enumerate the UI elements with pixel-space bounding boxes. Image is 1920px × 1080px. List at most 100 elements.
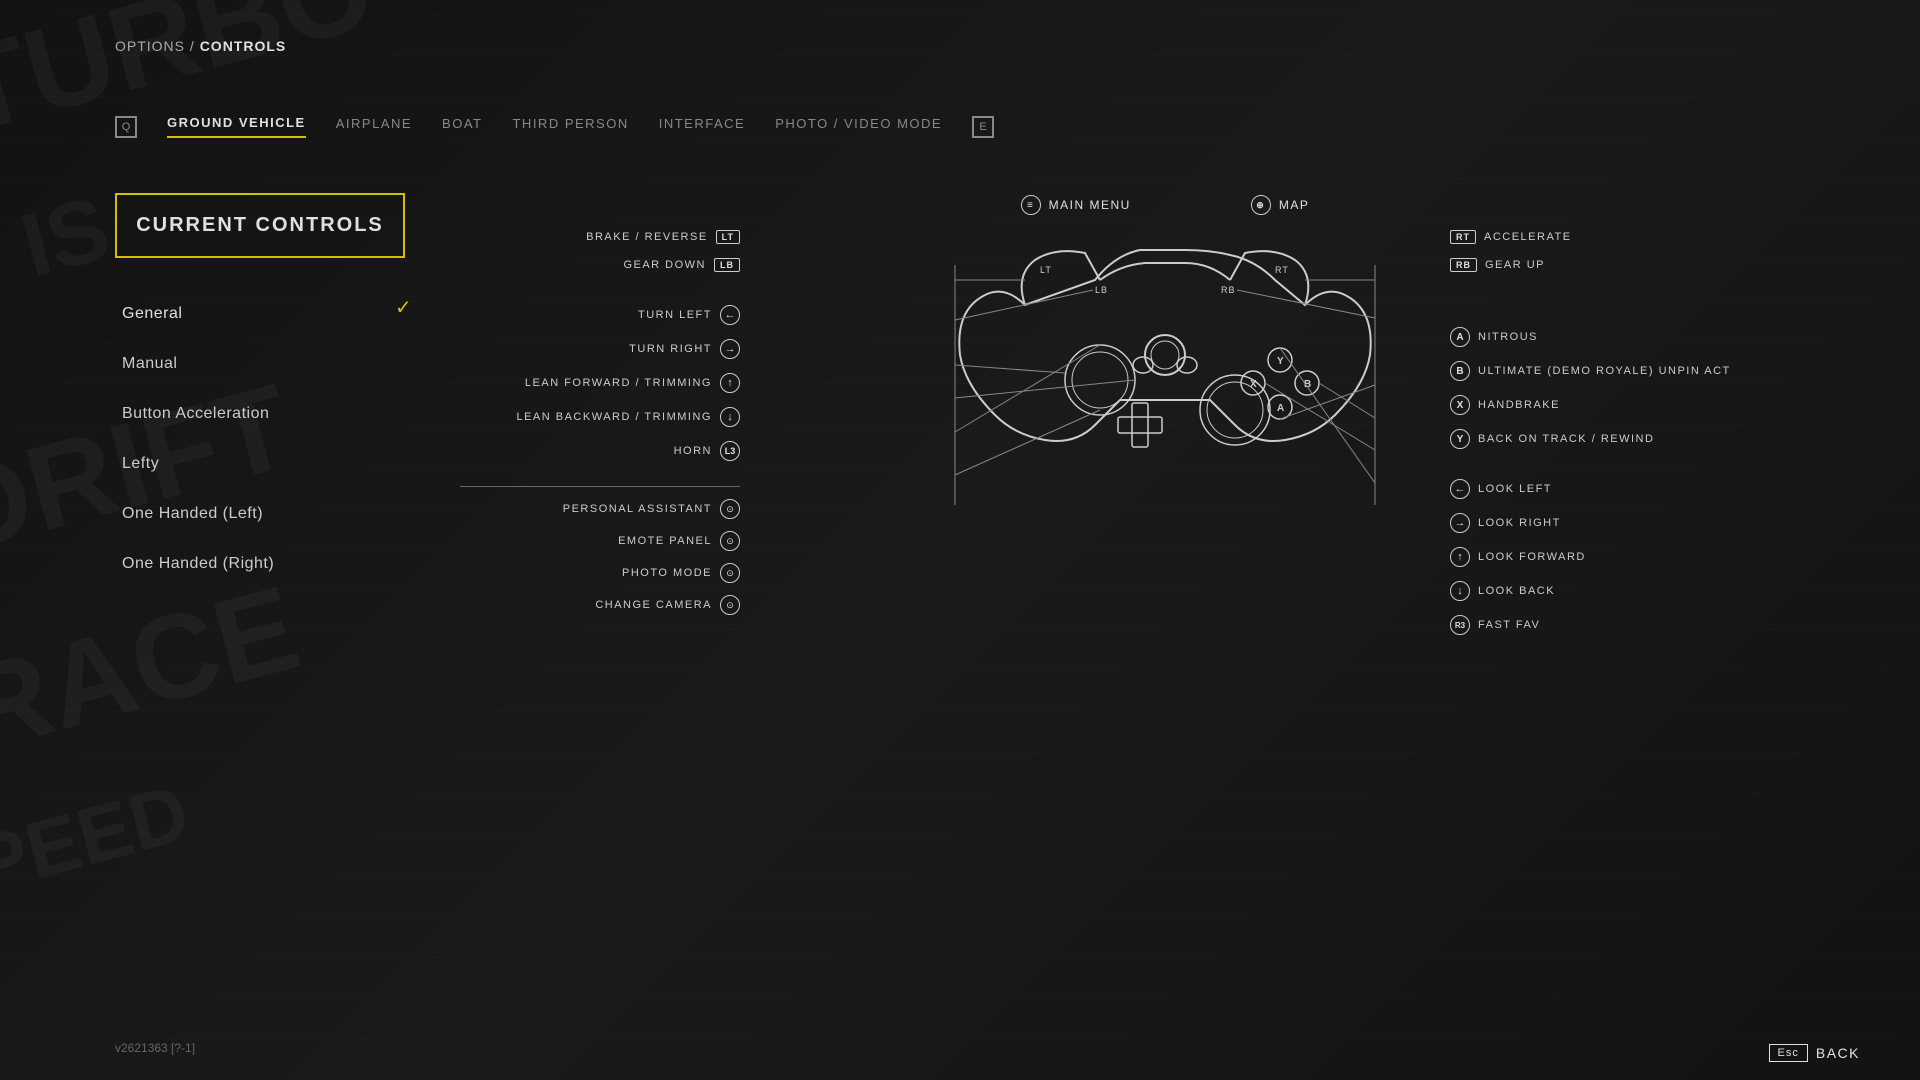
map-label: ⊕ MAP bbox=[1251, 195, 1310, 215]
tab-photo-video[interactable]: PHOTO / VIDEO MODE bbox=[775, 116, 942, 137]
breadcrumb: OPTIONS / CONTROLS bbox=[115, 38, 286, 54]
label-photo-mode: PHOTO MODE bbox=[622, 567, 712, 579]
label-back-on-track: BACK ON TRACK / REWIND bbox=[1478, 433, 1654, 445]
badge-rt: RT bbox=[1450, 230, 1476, 244]
top-labels: ≡ MAIN MENU ⊕ MAP bbox=[460, 195, 1870, 215]
right-controls-list: RT ACCELERATE RB GEAR UP A NITROUS B ULT… bbox=[1450, 230, 1870, 649]
svg-text:A: A bbox=[1277, 403, 1284, 414]
badge-x: X bbox=[1450, 395, 1470, 415]
label-brake: BRAKE / REVERSE bbox=[586, 231, 708, 243]
preset-button-acceleration[interactable]: Button Acceleration bbox=[122, 405, 274, 423]
label-nitrous: NITROUS bbox=[1478, 331, 1538, 343]
badge-lstick-up: ↑ bbox=[720, 373, 740, 393]
control-brake-reverse: BRAKE / REVERSE LT bbox=[460, 230, 740, 244]
badge-lstick-press: L3 bbox=[720, 441, 740, 461]
label-handbrake: HANDBRAKE bbox=[1478, 399, 1560, 411]
preset-list: General Manual Button Acceleration Lefty… bbox=[122, 305, 274, 605]
badge-rstick-left: ← bbox=[1450, 479, 1470, 499]
badge-lb: LB bbox=[714, 258, 740, 272]
badge-fast-fav: R3 bbox=[1450, 615, 1470, 635]
tab-airplane[interactable]: AIRPLANE bbox=[336, 116, 412, 137]
back-button[interactable]: Esc BACK bbox=[1769, 1044, 1860, 1062]
label-look-right: LOOK RIGHT bbox=[1478, 517, 1561, 529]
preset-one-handed-right[interactable]: One Handed (Right) bbox=[122, 555, 274, 573]
tab-interface[interactable]: INTERFACE bbox=[659, 116, 745, 137]
left-separator bbox=[460, 486, 740, 487]
main-menu-label: ≡ MAIN MENU bbox=[1021, 195, 1131, 215]
label-gear-up: GEAR UP bbox=[1485, 259, 1545, 271]
controller-diagram-area: ≡ MAIN MENU ⊕ MAP LT bbox=[460, 185, 1870, 1020]
control-fast-fav: R3 FAST FAV bbox=[1450, 615, 1870, 635]
main-menu-text: MAIN MENU bbox=[1049, 198, 1131, 212]
control-change-camera: CHANGE CAMERA ⊙ bbox=[460, 595, 740, 615]
badge-lstick-left: ← bbox=[720, 305, 740, 325]
control-horn: HORN L3 bbox=[460, 441, 740, 461]
preset-lefty[interactable]: Lefty bbox=[122, 455, 274, 473]
map-icon: ⊕ bbox=[1251, 195, 1271, 215]
controller-image: LT RT LB RB bbox=[945, 225, 1385, 510]
tab-bracket-e[interactable]: E bbox=[972, 116, 994, 138]
control-ultimate: B ULTIMATE (DEMO ROYALE) UNPIN ACT bbox=[1450, 361, 1870, 381]
left-controls-list: BRAKE / REVERSE LT GEAR DOWN LB TURN LEF… bbox=[460, 230, 740, 627]
esc-key-badge[interactable]: Esc bbox=[1769, 1044, 1808, 1062]
badge-change-camera: ⊙ bbox=[720, 595, 740, 615]
control-nitrous: A NITROUS bbox=[1450, 327, 1870, 347]
svg-text:RB: RB bbox=[1221, 285, 1236, 295]
esc-key-label: Esc bbox=[1778, 1047, 1799, 1059]
label-turn-right: TURN RIGHT bbox=[629, 343, 712, 355]
control-turn-left: TURN LEFT ← bbox=[460, 305, 740, 325]
badge-rstick-up: ↑ bbox=[1450, 547, 1470, 567]
label-turn-left: TURN LEFT bbox=[638, 309, 712, 321]
label-fast-fav: FAST FAV bbox=[1478, 619, 1540, 631]
label-personal-assistant: PERSONAL ASSISTANT bbox=[563, 503, 712, 515]
preset-manual[interactable]: Manual bbox=[122, 355, 274, 373]
tab-third-person[interactable]: THIRD PERSON bbox=[512, 116, 628, 137]
label-emote-panel: EMOTE PANEL bbox=[618, 535, 712, 547]
control-handbrake: X HANDBRAKE bbox=[1450, 395, 1870, 415]
svg-text:RT: RT bbox=[1275, 265, 1289, 275]
main-menu-icon: ≡ bbox=[1021, 195, 1041, 215]
label-change-camera: CHANGE CAMERA bbox=[595, 599, 712, 611]
breadcrumb-current: CONTROLS bbox=[200, 38, 287, 54]
preset-one-handed-left[interactable]: One Handed (Left) bbox=[122, 505, 274, 523]
tab-ground-vehicle[interactable]: GROUND VEHICLE bbox=[167, 115, 306, 138]
badge-b: B bbox=[1450, 361, 1470, 381]
control-back-on-track: Y BACK ON TRACK / REWIND bbox=[1450, 429, 1870, 449]
control-look-right: → LOOK RIGHT bbox=[1450, 513, 1870, 533]
svg-text:LT: LT bbox=[1040, 265, 1052, 275]
svg-text:X: X bbox=[1250, 379, 1257, 390]
version-info: v2621363 [?-1] bbox=[115, 1041, 195, 1055]
control-accelerate: RT ACCELERATE bbox=[1450, 230, 1870, 244]
tab-bracket-q[interactable]: Q bbox=[115, 116, 137, 138]
badge-rstick-right: → bbox=[1450, 513, 1470, 533]
svg-text:LB: LB bbox=[1095, 285, 1108, 295]
label-horn: HORN bbox=[674, 445, 712, 457]
selected-checkmark: ✓ bbox=[395, 295, 412, 320]
control-look-forward: ↑ LOOK FORWARD bbox=[1450, 547, 1870, 567]
tabs-container: Q GROUND VEHICLE AIRPLANE BOAT THIRD PER… bbox=[115, 115, 994, 138]
svg-text:Y: Y bbox=[1277, 356, 1284, 367]
tab-boat[interactable]: BOAT bbox=[442, 116, 482, 137]
label-gear-down: GEAR DOWN bbox=[623, 259, 706, 271]
badge-a: A bbox=[1450, 327, 1470, 347]
badge-emote-panel: ⊙ bbox=[720, 531, 740, 551]
control-look-left: ← LOOK LEFT bbox=[1450, 479, 1870, 499]
label-look-forward: LOOK FORWARD bbox=[1478, 551, 1586, 563]
badge-lstick-down: ↓ bbox=[720, 407, 740, 427]
control-look-back: ↓ LOOK BACK bbox=[1450, 581, 1870, 601]
badge-rb: RB bbox=[1450, 258, 1477, 272]
control-personal-assistant: PERSONAL ASSISTANT ⊙ bbox=[460, 499, 740, 519]
preset-general[interactable]: General bbox=[122, 305, 274, 323]
control-gear-up: RB GEAR UP bbox=[1450, 258, 1870, 272]
label-look-back: LOOK BACK bbox=[1478, 585, 1555, 597]
current-controls-button[interactable]: CURRENT CONTROLS bbox=[115, 193, 405, 258]
control-lean-forward: LEAN FORWARD / TRIMMING ↑ bbox=[460, 373, 740, 393]
control-turn-right: TURN RIGHT → bbox=[460, 339, 740, 359]
badge-rstick-down: ↓ bbox=[1450, 581, 1470, 601]
label-lean-forward: LEAN FORWARD / TRIMMING bbox=[525, 377, 712, 389]
back-label: BACK bbox=[1816, 1045, 1860, 1061]
badge-photo-mode: ⊙ bbox=[720, 563, 740, 583]
label-look-left: LOOK LEFT bbox=[1478, 483, 1552, 495]
badge-lt: LT bbox=[716, 230, 740, 244]
control-gear-down: GEAR DOWN LB bbox=[460, 258, 740, 272]
